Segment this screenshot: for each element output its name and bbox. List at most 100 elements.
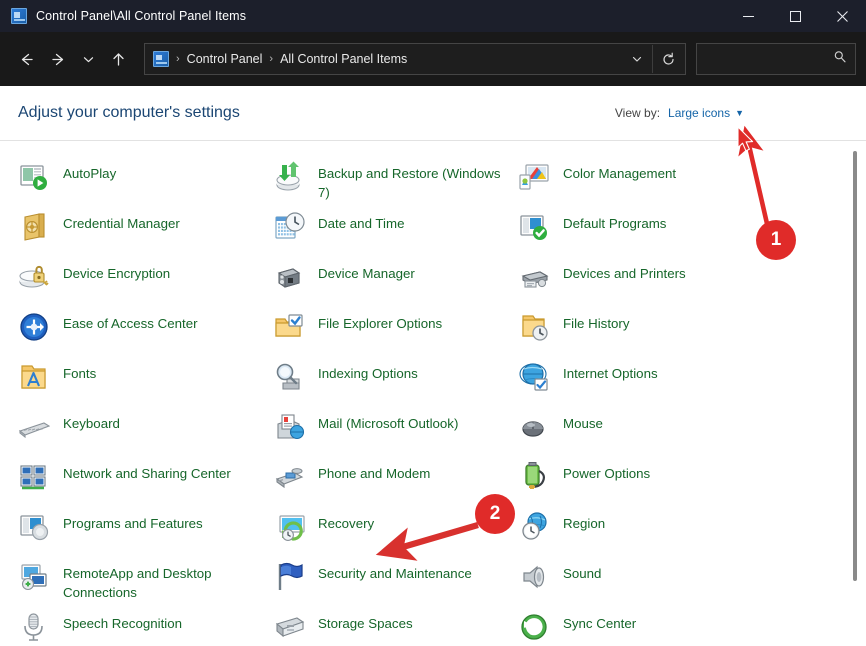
maximize-icon[interactable] <box>772 0 819 32</box>
navigation-toolbar: › Control Panel › All Control Panel Item… <box>0 32 866 86</box>
ease-of-access-icon <box>18 311 50 343</box>
control-panel-item[interactable]: Phone and Modem <box>273 463 518 513</box>
control-panel-item-label[interactable]: AutoPlay <box>63 163 116 184</box>
control-panel-item-label[interactable]: Network and Sharing Center <box>63 463 231 484</box>
control-panel-item[interactable]: Credential Manager <box>18 213 273 263</box>
control-panel-item[interactable]: Storage Spaces <box>273 613 518 646</box>
control-panel-item-label[interactable]: Sound <box>563 563 601 584</box>
close-icon[interactable] <box>819 0 866 32</box>
control-panel-item-label[interactable]: Default Programs <box>563 213 666 234</box>
control-panel-item[interactable]: Devices and Printers <box>518 263 866 313</box>
view-by-chevron-down-icon[interactable]: ▼ <box>735 108 744 118</box>
breadcrumb-item-control-panel[interactable]: Control Panel <box>187 52 263 66</box>
page-title: Adjust your computer's settings <box>18 104 240 122</box>
control-panel-item-label[interactable]: Indexing Options <box>318 363 418 384</box>
search-input[interactable] <box>705 52 833 66</box>
control-panel-item[interactable]: Backup and Restore (Windows 7) <box>273 163 518 213</box>
search-box[interactable] <box>696 43 856 75</box>
control-panel-item-label[interactable]: RemoteApp and Desktop Connections <box>63 563 253 603</box>
phone-modem-icon <box>273 461 305 493</box>
scrollbar-thumb[interactable] <box>853 151 857 581</box>
control-panel-item[interactable]: Sync Center <box>518 613 866 646</box>
programs-features-icon <box>18 511 50 543</box>
control-panel-item[interactable]: Date and Time <box>273 213 518 263</box>
control-panel-item-label[interactable]: File Explorer Options <box>318 313 442 334</box>
control-panel-icon <box>11 8 27 24</box>
control-panel-item-label[interactable]: Fonts <box>63 363 96 384</box>
refresh-icon[interactable] <box>655 45 681 73</box>
control-panel-item[interactable]: Programs and Features <box>18 513 273 563</box>
window-controls <box>725 0 866 32</box>
control-panel-item-label[interactable]: Backup and Restore (Windows 7) <box>318 163 508 203</box>
forward-arrow-icon[interactable] <box>42 43 74 75</box>
control-panel-item-label[interactable]: Mouse <box>563 413 603 434</box>
security-maintenance-icon <box>273 561 305 593</box>
control-panel-item[interactable]: Power Options <box>518 463 866 513</box>
control-panel-item[interactable]: RemoteApp and Desktop Connections <box>18 563 273 613</box>
minimize-icon[interactable] <box>725 0 772 32</box>
control-panel-item[interactable]: AutoPlay <box>18 163 273 213</box>
fonts-icon <box>18 361 50 393</box>
control-panel-item-label[interactable]: Color Management <box>563 163 676 184</box>
control-panel-item[interactable]: Security and Maintenance <box>273 563 518 613</box>
device-manager-icon <box>273 261 305 293</box>
control-panel-item-label[interactable]: Speech Recognition <box>63 613 182 634</box>
title-bar: Control Panel\All Control Panel Items <box>0 0 866 32</box>
color-management-icon <box>518 161 550 193</box>
control-panel-item-label[interactable]: Recovery <box>318 513 374 534</box>
control-panel-item[interactable]: Sound <box>518 563 866 613</box>
address-dropdown-chevron-down-icon[interactable] <box>624 45 650 73</box>
control-panel-item-label[interactable]: Devices and Printers <box>563 263 686 284</box>
control-panel-item-label[interactable]: File History <box>563 313 630 334</box>
control-panel-item-label[interactable]: Power Options <box>563 463 650 484</box>
device-encryption-icon <box>18 261 50 293</box>
mouse-icon <box>518 411 550 443</box>
control-panel-item-label[interactable]: Programs and Features <box>63 513 203 534</box>
control-panel-item[interactable]: Region <box>518 513 866 563</box>
breadcrumb-control-panel-icon <box>153 51 169 67</box>
control-panel-item-label[interactable]: Security and Maintenance <box>318 563 472 584</box>
speech-recognition-icon <box>18 611 50 643</box>
control-panel-item-label[interactable]: Date and Time <box>318 213 404 234</box>
control-panel-item[interactable]: Recovery <box>273 513 518 563</box>
control-panel-item-label[interactable]: Device Encryption <box>63 263 170 284</box>
control-panel-item[interactable]: Mouse <box>518 413 866 463</box>
view-by-label: View by: <box>615 106 660 120</box>
control-panel-item[interactable]: Speech Recognition <box>18 613 273 646</box>
control-panel-item[interactable]: File Explorer Options <box>273 313 518 363</box>
control-panel-item-label[interactable]: Internet Options <box>563 363 658 384</box>
control-panel-item[interactable]: Keyboard <box>18 413 273 463</box>
control-panel-item-label[interactable]: Ease of Access Center <box>63 313 198 334</box>
back-arrow-icon[interactable] <box>10 43 42 75</box>
control-panel-item[interactable]: Network and Sharing Center <box>18 463 273 513</box>
control-panel-item[interactable]: Fonts <box>18 363 273 413</box>
control-panel-item-label[interactable]: Keyboard <box>63 413 120 434</box>
up-arrow-icon[interactable] <box>102 43 134 75</box>
control-panel-item-label[interactable]: Mail (Microsoft Outlook) <box>318 413 458 434</box>
control-panel-item-label[interactable]: Device Manager <box>318 263 415 284</box>
control-panel-item[interactable]: Color Management <box>518 163 866 213</box>
control-panel-items-area: AutoPlay Backup and Restore (Windows 7) Co… <box>0 140 866 646</box>
control-panel-item[interactable]: Ease of Access Center <box>18 313 273 363</box>
sound-icon <box>518 561 550 593</box>
sync-center-icon <box>518 611 550 643</box>
control-panel-item[interactable]: Default Programs <box>518 213 866 263</box>
control-panel-item-label[interactable]: Storage Spaces <box>318 613 413 634</box>
address-bar[interactable]: › Control Panel › All Control Panel Item… <box>144 43 686 75</box>
control-panel-item-label[interactable]: Phone and Modem <box>318 463 430 484</box>
page-header: Adjust your computer's settings View by:… <box>0 86 866 140</box>
control-panel-item[interactable]: Device Manager <box>273 263 518 313</box>
control-panel-item-label[interactable]: Credential Manager <box>63 213 180 234</box>
control-panel-item-label[interactable]: Sync Center <box>563 613 636 634</box>
recent-locations-chevron-down-icon[interactable] <box>74 43 102 75</box>
vertical-scrollbar[interactable] <box>848 145 862 642</box>
control-panel-item[interactable]: Internet Options <box>518 363 866 413</box>
control-panel-item-label[interactable]: Region <box>563 513 605 534</box>
control-panel-item[interactable]: Mail (Microsoft Outlook) <box>273 413 518 463</box>
control-panel-item[interactable]: Indexing Options <box>273 363 518 413</box>
breadcrumb-item-all-control-panel-items[interactable]: All Control Panel Items <box>280 52 407 66</box>
control-panel-item[interactable]: Device Encryption <box>18 263 273 313</box>
control-panel-item[interactable]: File History <box>518 313 866 363</box>
view-by-value[interactable]: Large icons <box>668 106 730 120</box>
page-body: Adjust your computer's settings View by:… <box>0 86 866 646</box>
